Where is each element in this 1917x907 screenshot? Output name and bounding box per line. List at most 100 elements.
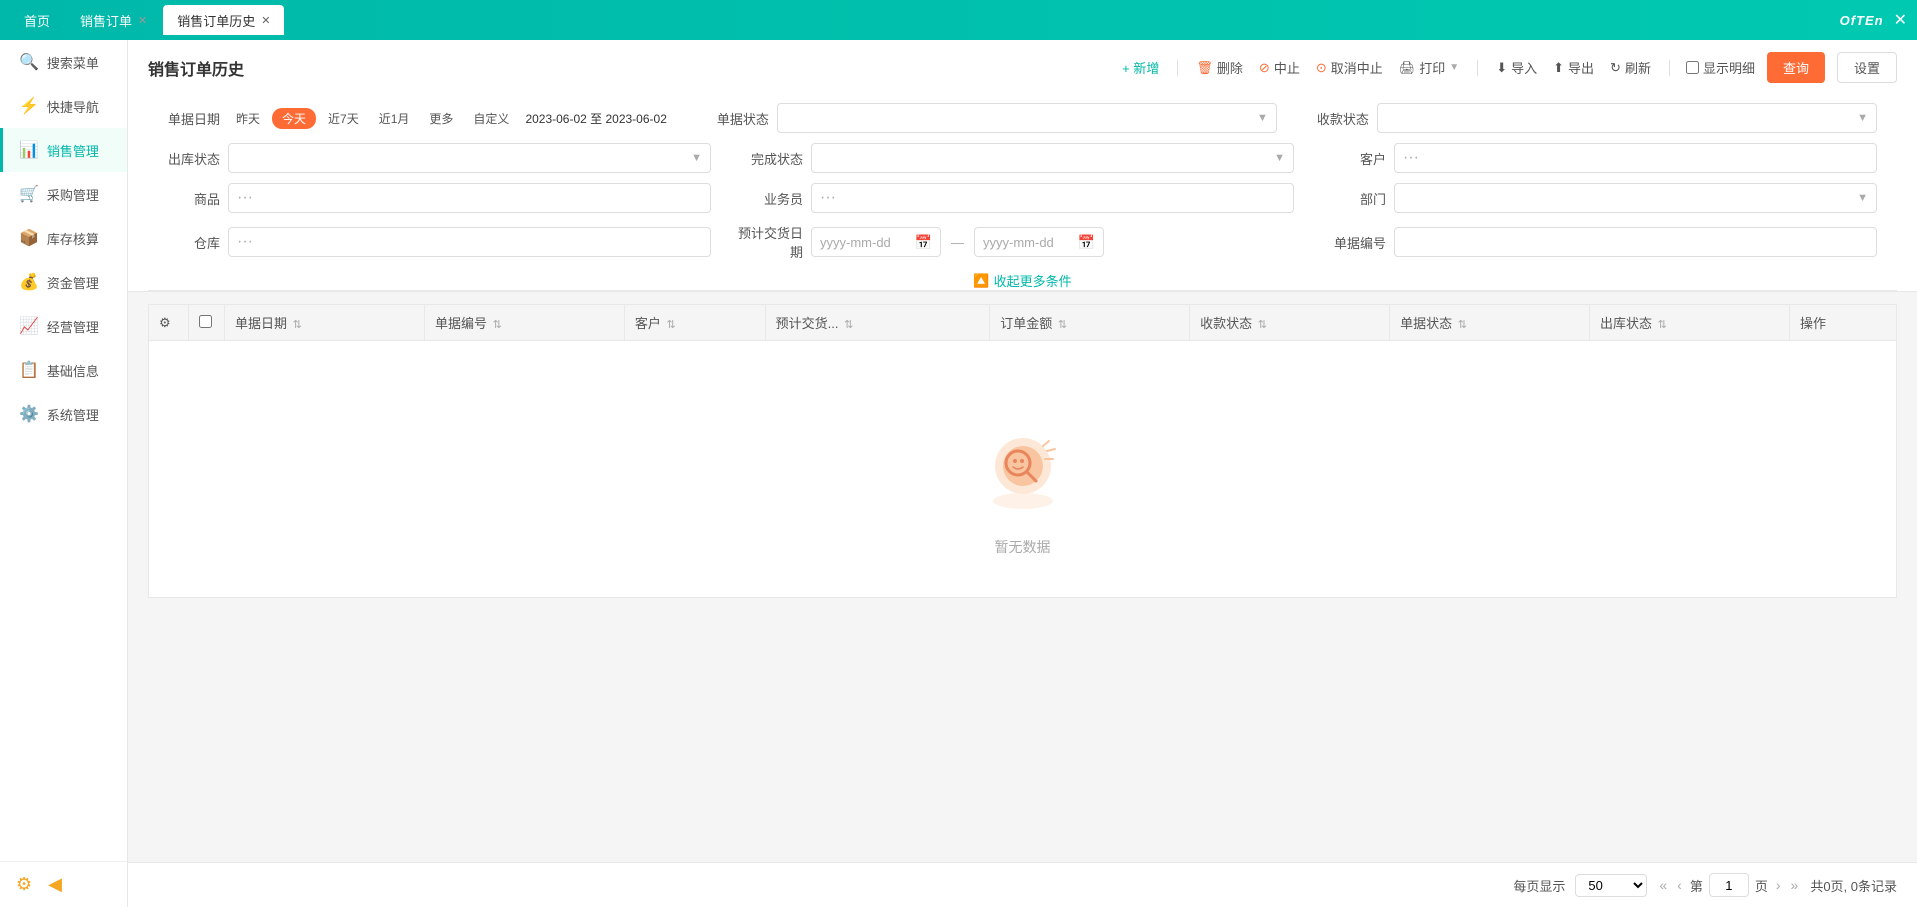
date-btn-1month[interactable]: 近1月 (371, 108, 418, 129)
tab-sales-order[interactable]: 销售订单 ✕ (66, 5, 161, 35)
tab-home[interactable]: 首页 (10, 5, 64, 35)
dept-select[interactable]: ▼ (1394, 183, 1877, 213)
sort-outbound-icon[interactable]: ⇅ (1658, 319, 1667, 331)
show-detail-checkbox[interactable] (1686, 61, 1699, 74)
salesman-control: ··· (811, 183, 1294, 213)
settings-bottom-icon[interactable]: ⚙ (16, 874, 32, 895)
export-button[interactable]: ⬆ 导出 (1551, 54, 1596, 81)
print-button[interactable]: 🖨 打印 ▼ (1397, 54, 1461, 81)
tab-sales-order-close[interactable]: ✕ (138, 14, 147, 27)
date-btn-yesterday[interactable]: 昨天 (228, 108, 268, 129)
tab-sales-order-history[interactable]: 销售订单历史 ✕ (163, 5, 284, 35)
sidebar-item-finance[interactable]: 💰 资金管理 (0, 260, 127, 304)
next-page-button[interactable]: › (1774, 877, 1783, 893)
status-control: ▼ (777, 103, 1277, 133)
delivery-date-from[interactable]: yyyy-mm-dd 📅 (811, 227, 941, 257)
sort-status-icon[interactable]: ⇅ (1458, 319, 1467, 331)
print-arrow-icon: ▼ (1449, 62, 1459, 73)
customer-dots-icon[interactable]: ··· (1403, 149, 1419, 167)
sidebar-item-purchase-label: 采购管理 (47, 185, 99, 204)
sort-no-icon[interactable]: ⇅ (493, 319, 502, 331)
tab-sales-order-history-label: 销售订单历史 (177, 11, 255, 30)
sort-amount-icon[interactable]: ⇅ (1058, 319, 1067, 331)
page-size-select[interactable]: 50 10 20 100 (1575, 874, 1647, 897)
sort-date-icon[interactable]: ⇅ (293, 319, 302, 331)
sidebar-item-sys-mgmt[interactable]: ⚙️ 系统管理 (0, 392, 127, 436)
sort-receipt-icon[interactable]: ⇅ (1258, 319, 1267, 331)
finance-icon: 💰 (19, 272, 39, 292)
warehouse-input[interactable]: ··· (228, 227, 711, 257)
stop-button[interactable]: ⊘ 中止 (1257, 54, 1302, 81)
prev-page-button[interactable]: ‹ (1675, 877, 1684, 893)
sidebar-item-operations[interactable]: 📈 经营管理 (0, 304, 127, 348)
sidebar-item-basic-info[interactable]: 📋 基础信息 (0, 348, 127, 392)
top-bar-close-btn[interactable]: ✕ (1894, 10, 1907, 30)
import-label: 导入 (1511, 58, 1537, 77)
import-button[interactable]: ⬇ 导入 (1494, 54, 1539, 81)
sidebar-item-sales-label: 销售管理 (47, 141, 99, 160)
th-settings[interactable]: ⚙ (149, 305, 189, 341)
sidebar-bottom: ⚙ ◀ (0, 861, 127, 907)
date-btn-more[interactable]: 更多 (421, 108, 461, 129)
delete-icon: 🗑 (1196, 60, 1213, 76)
th-amount-label: 订单金额 (1000, 316, 1052, 331)
select-all-checkbox[interactable] (199, 315, 212, 328)
th-checkbox[interactable] (189, 305, 225, 341)
last-page-button[interactable]: » (1789, 877, 1801, 893)
filter-row-4: 仓库 ··· 预计交货日期 yyyy-mm-dd 📅 — (148, 223, 1897, 261)
sort-customer-icon[interactable]: ⇅ (667, 319, 676, 331)
dept-arrow-icon: ▼ (1857, 192, 1868, 204)
collapse-button[interactable]: 🔼 收起更多条件 (148, 271, 1897, 290)
sort-delivery-icon[interactable]: ⇅ (844, 319, 853, 331)
date-btn-7days[interactable]: 近7天 (320, 108, 367, 129)
sidebar-item-purchase[interactable]: 🛒 采购管理 (0, 172, 127, 216)
salesman-input[interactable]: ··· (811, 183, 1294, 213)
first-page-button[interactable]: « (1657, 877, 1669, 893)
th-customer: 客户 ⇅ (624, 305, 765, 341)
date-btn-custom[interactable]: 自定义 (465, 108, 517, 129)
delete-button[interactable]: 🗑 删除 (1194, 54, 1245, 81)
cancel-stop-button[interactable]: ⊙ 取消中止 (1314, 54, 1385, 81)
refresh-button[interactable]: ↻ 刷新 (1608, 54, 1653, 81)
tab-sales-order-label: 销售订单 (80, 11, 132, 30)
calendar-from-icon[interactable]: 📅 (915, 234, 932, 251)
outbound-label: 出库状态 (148, 149, 228, 168)
divider2 (1477, 60, 1478, 76)
query-button[interactable]: 查询 (1767, 52, 1825, 83)
delivery-date-to[interactable]: yyyy-mm-dd 📅 (974, 227, 1104, 257)
product-input[interactable]: ··· (228, 183, 711, 213)
delivery-date-from-text: yyyy-mm-dd (820, 235, 891, 250)
outbound-select[interactable]: ▼ (228, 143, 711, 173)
filter-area: 单据日期 昨天 今天 近7天 近1月 更多 自定义 2023-06-02 至 2… (148, 95, 1897, 291)
customer-input[interactable]: ··· (1394, 143, 1877, 173)
collapse-label: 收起更多条件 (994, 271, 1072, 290)
show-detail-checkbox-label[interactable]: 显示明细 (1686, 58, 1755, 77)
date-btn-today[interactable]: 今天 (272, 108, 316, 129)
sidebar-item-search-menu[interactable]: 🔍 搜索菜单 (0, 40, 127, 84)
status-select[interactable]: ▼ (777, 103, 1277, 133)
empty-cell: 暂无数据 (149, 341, 1897, 598)
quick-nav-icon: ⚡ (19, 96, 39, 116)
main-layout: 🔍 搜索菜单 ⚡ 快捷导航 📊 销售管理 🛒 采购管理 📦 库存核算 💰 资金管… (0, 40, 1917, 907)
complete-select[interactable]: ▼ (811, 143, 1294, 173)
product-dots-icon[interactable]: ··· (237, 189, 253, 207)
collapse-sidebar-icon[interactable]: ◀ (48, 874, 62, 895)
date-label: 单据日期 (148, 109, 228, 128)
doc-no-input[interactable] (1394, 227, 1877, 257)
sidebar-item-finance-label: 资金管理 (47, 273, 99, 292)
tab-sales-order-history-close[interactable]: ✕ (261, 14, 270, 27)
top-bar-brand: OfTEn (1840, 13, 1884, 28)
settings-button[interactable]: 设置 (1837, 52, 1897, 83)
salesman-dots-icon[interactable]: ··· (820, 189, 836, 207)
page-number-input[interactable] (1709, 873, 1749, 897)
warehouse-dots-icon[interactable]: ··· (237, 233, 253, 251)
calendar-to-icon[interactable]: 📅 (1078, 234, 1095, 251)
page-header: 销售订单历史 + 新增 🗑 删除 ⊘ 中止 ⊙ (128, 40, 1917, 292)
new-button[interactable]: + 新增 (1120, 54, 1161, 81)
sidebar-item-sales[interactable]: 📊 销售管理 (0, 128, 127, 172)
sidebar-item-quick-nav[interactable]: ⚡ 快捷导航 (0, 84, 127, 128)
th-receipt: 收款状态 ⇅ (1190, 305, 1390, 341)
sidebar-item-inventory[interactable]: 📦 库存核算 (0, 216, 127, 260)
date-range-text: 2023-06-02 至 2023-06-02 (525, 112, 666, 126)
receipt-status-select[interactable]: ▼ (1377, 103, 1877, 133)
